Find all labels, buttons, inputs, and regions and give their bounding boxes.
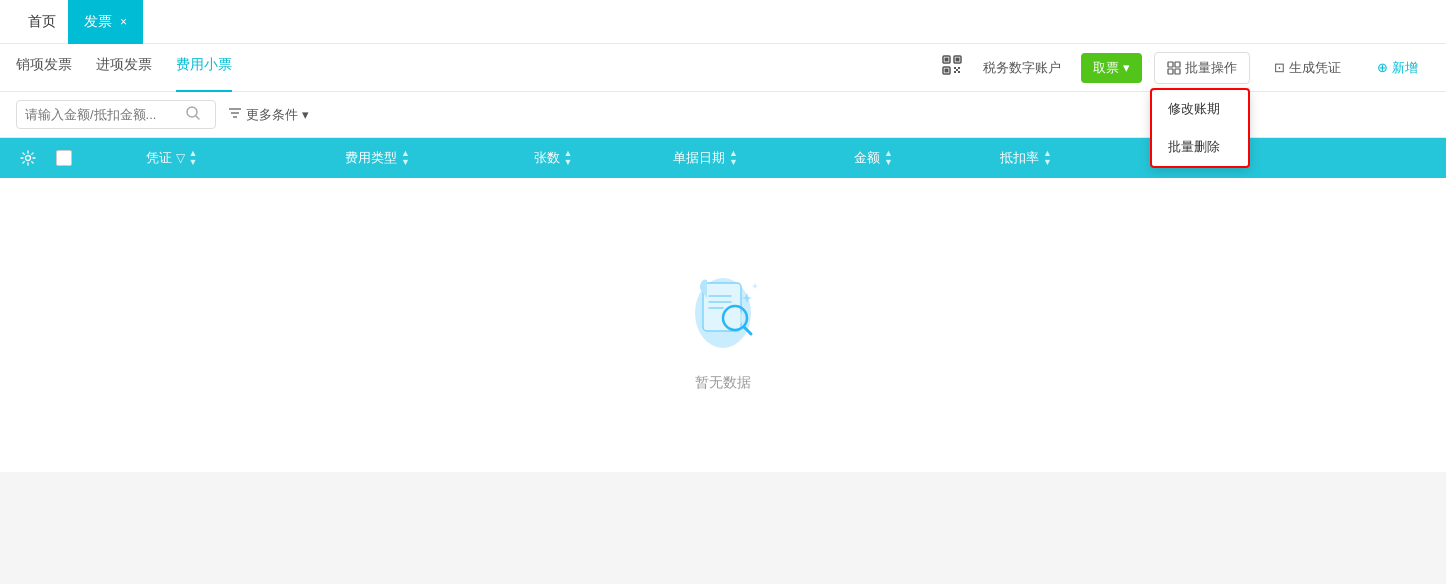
amount-sort[interactable]: ▲▼	[884, 149, 893, 167]
tab-purchase-invoice[interactable]: 进项发票	[96, 44, 152, 92]
svg-rect-7	[958, 67, 960, 69]
sub-tabs-right: 税务数字账户 取票 ▾ 批量操作 修改账期 批量删除 ⊡ 生	[941, 52, 1430, 84]
svg-rect-1	[945, 58, 949, 62]
svg-rect-12	[1175, 62, 1180, 67]
svg-rect-6	[954, 67, 956, 69]
filter-icon	[228, 106, 242, 123]
th-amount: 金额 ▲▼	[797, 149, 950, 167]
count-sort[interactable]: ▲▼	[564, 149, 573, 167]
svg-rect-11	[1168, 62, 1173, 67]
tab-sales-invoice[interactable]: 销项发票	[16, 44, 72, 92]
dropdown-item-bulk-delete[interactable]: 批量删除	[1152, 128, 1248, 166]
search-icon[interactable]	[185, 105, 201, 124]
date-sort[interactable]: ▲▼	[729, 149, 738, 167]
th-checkbox[interactable]	[48, 150, 80, 166]
empty-state-icon	[673, 258, 773, 358]
svg-rect-14	[1175, 69, 1180, 74]
svg-rect-3	[956, 58, 960, 62]
th-settings[interactable]	[8, 150, 48, 166]
svg-rect-8	[954, 71, 956, 73]
bulk-op-button[interactable]: 批量操作	[1154, 52, 1250, 84]
svg-point-27	[727, 310, 743, 326]
voucher-sort[interactable]: ▲▼	[189, 149, 198, 167]
th-deduct-rate: 抵扣率 ▲▼	[950, 149, 1103, 167]
dropdown-item-change-period[interactable]: 修改账期	[1152, 90, 1248, 128]
chevron-down-icon: ▾	[1123, 60, 1130, 75]
home-tab[interactable]: 首页	[16, 13, 68, 31]
sub-tabs-left: 销项发票 进项发票 费用小票	[16, 44, 232, 92]
add-icon: ⊕	[1377, 60, 1388, 75]
invoice-tab-label: 发票	[84, 13, 112, 31]
svg-rect-10	[956, 69, 958, 71]
bulk-op-dropdown-menu: 修改账期 批量删除	[1150, 88, 1250, 168]
th-voucher: 凭证 ▽ ▲▼	[80, 149, 263, 167]
invoice-tab[interactable]: 发票 ×	[68, 0, 143, 44]
th-date: 单据日期 ▲▼	[614, 149, 797, 167]
close-icon[interactable]: ×	[120, 15, 127, 29]
top-nav: 首页 发票 ×	[0, 0, 1446, 44]
chevron-down-icon: ▾	[302, 107, 309, 122]
bulk-op-dropdown-container: 批量操作 修改账期 批量删除	[1154, 52, 1250, 84]
header-checkbox[interactable]	[56, 150, 72, 166]
tab-expense-receipt[interactable]: 费用小票	[176, 44, 232, 92]
svg-rect-5	[945, 69, 949, 73]
empty-text: 暂无数据	[695, 374, 751, 392]
voucher-icon: ⊡	[1274, 60, 1285, 75]
th-expense-type: 费用类型 ▲▼	[263, 149, 492, 167]
th-count: 张数 ▲▼	[492, 149, 614, 167]
svg-rect-13	[1168, 69, 1173, 74]
empty-state: 暂无数据	[0, 178, 1446, 472]
svg-point-20	[26, 156, 31, 161]
generate-voucher-button[interactable]: ⊡ 生成凭证	[1262, 53, 1353, 83]
deduct-rate-sort[interactable]: ▲▼	[1043, 149, 1052, 167]
tax-digital-button[interactable]: 税务数字账户	[975, 55, 1069, 81]
more-conditions-button[interactable]: 更多条件 ▾	[228, 106, 309, 124]
qr-code-button[interactable]	[941, 54, 963, 81]
bulk-op-icon	[1167, 61, 1181, 75]
svg-line-16	[196, 116, 199, 119]
add-new-button[interactable]: ⊕ 新增	[1365, 53, 1430, 83]
settings-icon	[20, 150, 36, 166]
search-input[interactable]	[25, 107, 185, 122]
search-input-wrap[interactable]	[16, 100, 216, 129]
voucher-filter-icon[interactable]: ▽	[176, 151, 185, 165]
get-invoice-button[interactable]: 取票 ▾	[1081, 53, 1142, 83]
svg-rect-9	[958, 71, 960, 73]
expense-type-sort[interactable]: ▲▼	[401, 149, 410, 167]
sub-tabs-bar: 销项发票 进项发票 费用小票 税务数字账户	[0, 44, 1446, 92]
